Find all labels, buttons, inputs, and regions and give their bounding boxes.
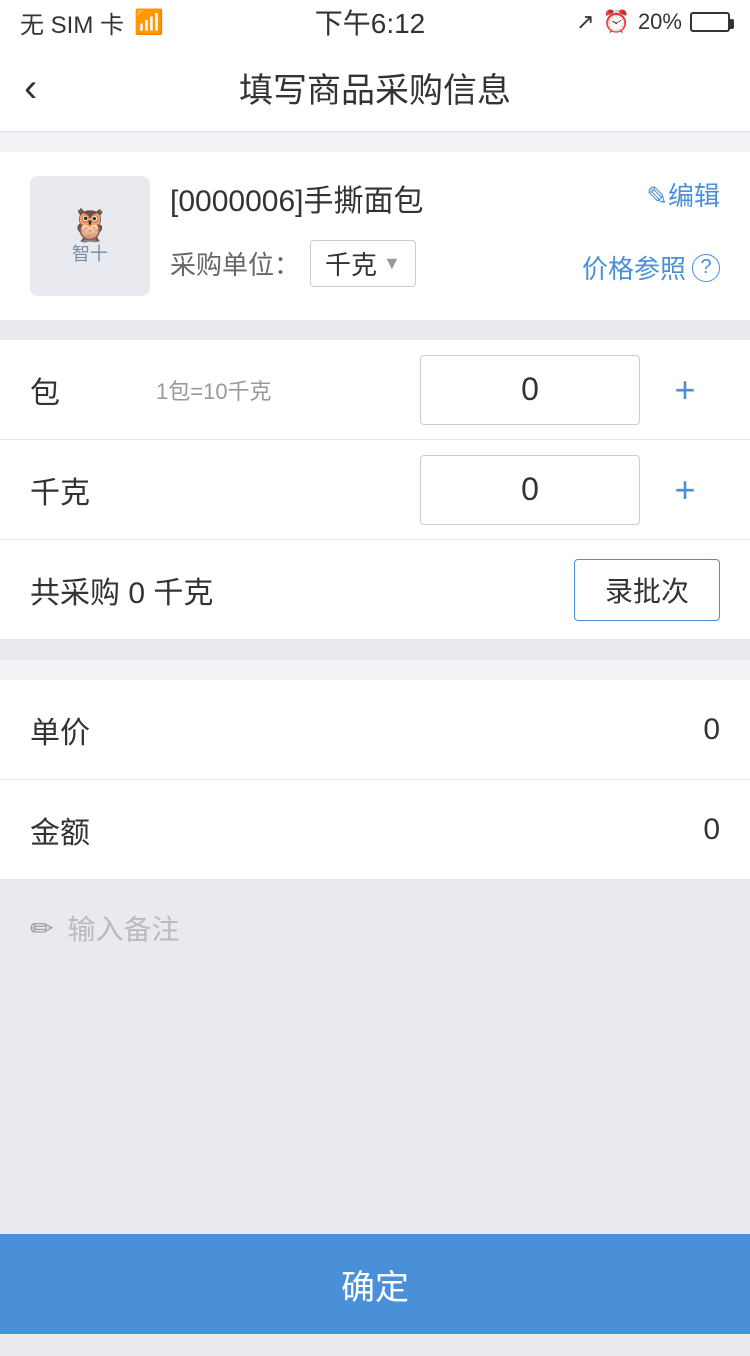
amount-value: 0 [703,813,720,847]
batch-button[interactable]: 录批次 [574,559,720,621]
pack-plus-button[interactable]: + [650,355,720,425]
unit-label-text: 采购单位： [170,245,300,282]
pack-value: 0 [521,371,539,408]
unit-price-row: 单价 0 [0,680,750,780]
kg-input[interactable]: 0 [420,455,640,525]
divider-2 [0,640,750,660]
chevron-down-icon: ▼ [383,253,401,274]
edit-button[interactable]: ✎编辑 [646,176,720,213]
amount-row: 金额 0 [0,780,750,880]
nav-bar: ‹ 填写商品采购信息 [0,44,750,132]
pack-sublabel: 1包=10千克 [156,374,272,406]
product-card: 🦉 智十 [0000006]手撕面包 ✎编辑 采购单位： 千克 ▼ 价格参照 ? [0,152,750,320]
pack-input[interactable]: 0 [420,355,640,425]
kg-value: 0 [521,471,539,508]
detail-section: 单价 0 金额 0 [0,680,750,880]
notes-placeholder: 输入备注 [67,908,179,948]
alarm-icon: ⏰ [603,9,630,35]
unit-value: 千克 [325,245,377,282]
back-button[interactable]: ‹ [24,68,37,108]
location-icon: ↗ [576,9,594,35]
status-bar: 无 SIM 卡 📶 下午6:12 ↗ ⏰ 20% [0,0,750,44]
pack-row: 包 1包=10千克 0 + [0,340,750,440]
battery-icon [690,12,730,32]
help-icon: ? [692,254,720,282]
unit-select[interactable]: 千克 ▼ [310,240,416,287]
product-info: [0000006]手撕面包 ✎编辑 采购单位： 千克 ▼ 价格参照 ? [170,176,720,287]
battery-percent: 20% [638,9,682,35]
status-time: 下午6:12 [315,2,426,42]
pencil-icon: ✏ [30,912,53,945]
confirm-button[interactable]: 确定 [0,1234,750,1334]
status-right: ↗ ⏰ 20% [576,9,730,35]
status-left: 无 SIM 卡 📶 [20,5,164,40]
kg-plus-button[interactable]: + [650,455,720,525]
product-logo: 🦉 智十 [70,209,110,263]
price-ref-label: 价格参照 [582,249,686,286]
wifi-icon: 📶 [134,8,164,37]
no-sim-text: 无 SIM 卡 [20,5,124,40]
summary-row: 共采购 0 千克 录批次 [0,540,750,640]
pack-label: 包 [30,368,150,412]
input-section: 包 1包=10千克 0 + 千克 0 + [0,340,750,540]
product-name: [0000006]手撕面包 [170,176,423,220]
unit-price-label: 单价 [30,708,90,752]
divider-1 [0,320,750,340]
kg-label: 千克 [30,468,150,512]
price-reference-button[interactable]: 价格参照 ? [582,249,720,286]
product-image: 🦉 智十 [30,176,150,296]
unit-row: 采购单位： 千克 ▼ [170,240,416,287]
notes-section[interactable]: ✏ 输入备注 [0,880,750,976]
kg-row: 千克 0 + [0,440,750,540]
unit-price-value: 0 [703,713,720,747]
summary-text: 共采购 0 千克 [30,568,213,612]
amount-label: 金额 [30,808,90,852]
page-title: 填写商品采购信息 [239,63,511,112]
